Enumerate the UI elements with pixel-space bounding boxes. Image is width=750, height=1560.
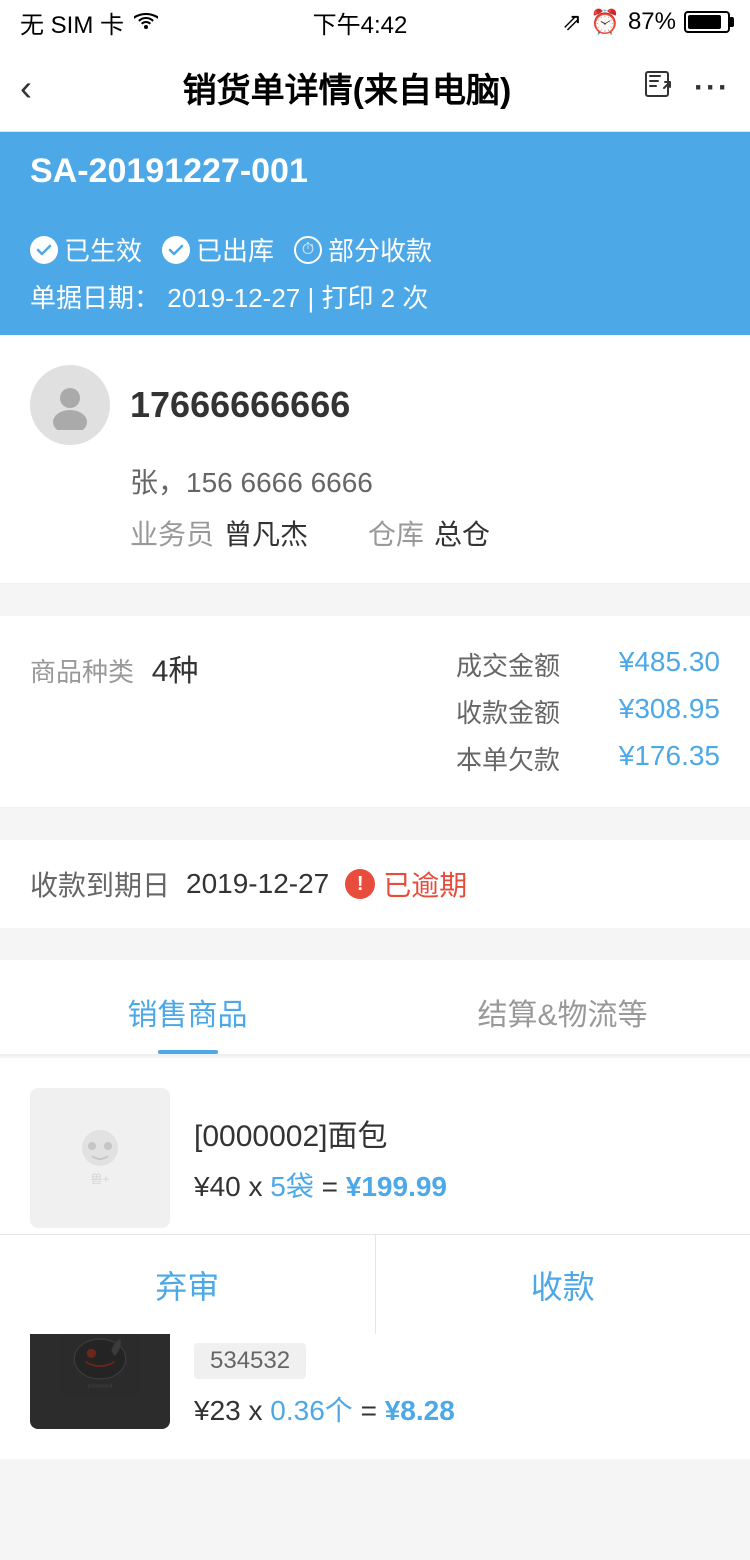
product-image-1: 兽+	[30, 1088, 170, 1228]
tab-settlement-label: 结算&物流等	[477, 999, 647, 1032]
summary-section: 商品种类 4种 成交金额 ¥485.30 收款金额 ¥308.95 本单欠款 ¥…	[0, 616, 750, 808]
svg-text:password: password	[88, 1384, 112, 1390]
status-badges: 已生效 已出库 ⏱ 部分收款	[30, 231, 432, 268]
due-section: 收款到期日 2019-12-27 ! 已逾期	[0, 840, 750, 928]
battery-icon	[684, 11, 730, 33]
tabs-row: 销售商品 结算&物流等	[0, 960, 750, 1054]
deal-amount-value: ¥485.30	[600, 646, 720, 683]
price-unit-1: ¥40	[194, 1171, 241, 1202]
nav-bar: ‹ 销货单详情(来自电脑) ···	[0, 44, 750, 132]
product-price-2: ¥23 x 0.36个 = ¥8.28	[194, 1389, 720, 1429]
total-1: ¥199.99	[346, 1171, 447, 1202]
received-label: 收款金额	[456, 693, 560, 730]
overdue-icon: !	[345, 869, 375, 899]
divider-1	[0, 584, 750, 600]
status-right: ⇗ ⏰ 87%	[562, 8, 730, 37]
clock-icon: ⏱	[294, 236, 322, 264]
abandon-review-button[interactable]: 弃审	[0, 1235, 376, 1334]
tab-sales-products[interactable]: 销售商品	[0, 960, 375, 1054]
location-icon: ⇗	[562, 8, 582, 37]
badge-shipped-label: 已出库	[196, 231, 274, 268]
badge-active-label: 已生效	[64, 231, 142, 268]
print-count: | 打印 2 次	[307, 283, 428, 313]
svg-text:兽+: 兽+	[90, 1172, 109, 1186]
product-type-count: 4种	[152, 655, 199, 688]
product-info-1: [0000002]面包 ¥40 x 5袋 = ¥199.99	[194, 1111, 720, 1205]
badge-partial: ⏱ 部分收款	[294, 231, 432, 268]
status-bar: 无 SIM 卡 下午4:42 ⇗ ⏰ 87%	[0, 0, 750, 44]
divider-3	[0, 928, 750, 944]
price-unit-2: ¥23	[194, 1395, 241, 1426]
qty-2: 0.36个	[270, 1395, 353, 1426]
qty-1: 5袋	[270, 1171, 314, 1202]
product-name-1: [0000002]面包	[194, 1111, 720, 1155]
carrier-label: 无 SIM 卡	[20, 5, 124, 40]
product-item-1[interactable]: 兽+ [0000002]面包 ¥40 x 5袋 = ¥199.99	[0, 1058, 750, 1259]
customer-section: 17666666666 张，156 6666 6666 业务员 曾凡杰 仓库 总…	[0, 335, 750, 584]
overdue-badge: ! 已逾期	[345, 864, 467, 904]
staff-name: 曾凡杰	[224, 513, 308, 553]
received-value: ¥308.95	[600, 693, 720, 730]
staff-label: 业务员	[130, 513, 214, 553]
doc-date-label: 单据日期：	[30, 283, 160, 313]
divider-2	[0, 808, 750, 824]
status-left: 无 SIM 卡	[20, 5, 158, 40]
more-button[interactable]: ···	[694, 71, 730, 105]
product-sku-2: 534532	[194, 1343, 306, 1379]
collect-payment-button[interactable]: 收款	[376, 1235, 750, 1334]
amount-row-3: 本单欠款 ¥176.35	[456, 740, 720, 777]
staff-row: 业务员 曾凡杰 仓库 总仓	[130, 513, 720, 553]
doc-date-value: 2019-12-27	[167, 283, 300, 313]
bottom-bar: 弃审 收款	[0, 1234, 750, 1334]
summary-row: 商品种类 4种 成交金额 ¥485.30 收款金额 ¥308.95 本单欠款 ¥…	[30, 646, 720, 777]
alarm-icon: ⏰	[590, 8, 620, 37]
customer-contact: 张，156 6666 6666	[130, 461, 720, 501]
due-date-value: 2019-12-27	[186, 868, 329, 900]
tab-sales-label: 销售商品	[128, 999, 248, 1032]
due-date-label: 收款到期日	[30, 864, 170, 904]
wifi-icon	[134, 9, 158, 35]
check-icon-2	[162, 236, 190, 264]
badge-shipped: 已出库	[162, 231, 274, 268]
amount-row-2: 收款金额 ¥308.95	[456, 693, 720, 730]
badge-active: 已生效	[30, 231, 142, 268]
back-button[interactable]: ‹	[20, 67, 32, 109]
nav-actions: ···	[642, 68, 730, 108]
page-title: 销货单详情(来自电脑)	[52, 63, 642, 112]
product-type-info: 商品种类 4种	[30, 646, 198, 690]
deal-amount-label: 成交金额	[456, 646, 560, 683]
total-2: ¥8.28	[385, 1395, 455, 1426]
tab-settlement[interactable]: 结算&物流等	[375, 960, 750, 1054]
amount-row-1: 成交金额 ¥485.30	[456, 646, 720, 683]
export-button[interactable]	[642, 68, 674, 108]
overdue-text: 已逾期	[383, 864, 467, 904]
customer-name: 17666666666	[130, 384, 350, 426]
status-time: 下午4:42	[313, 5, 408, 40]
warehouse-name: 总仓	[434, 513, 490, 553]
warehouse-label: 仓库	[368, 513, 424, 553]
owed-label: 本单欠款	[456, 740, 560, 777]
product-type-label: 商品种类	[30, 657, 134, 687]
battery-percent: 87%	[628, 8, 676, 36]
check-icon-1	[30, 236, 58, 264]
doc-date-row: 单据日期： 2019-12-27 | 打印 2 次	[30, 278, 720, 315]
amount-summary: 成交金额 ¥485.30 收款金额 ¥308.95 本单欠款 ¥176.35	[456, 646, 720, 777]
order-id: SA-20191227-001	[30, 152, 308, 191]
collect-payment-label: 收款	[531, 1262, 595, 1308]
abandon-review-label: 弃审	[155, 1262, 219, 1308]
header-banner: SA-20191227-001 已生效 已出库 ⏱ 部分收款 单据日期： 201…	[0, 132, 750, 335]
tabs-section: 销售商品 结算&物流等	[0, 960, 750, 1056]
owed-value: ¥176.35	[600, 740, 720, 777]
product-price-1: ¥40 x 5袋 = ¥199.99	[194, 1165, 720, 1205]
customer-row: 17666666666	[30, 365, 720, 445]
badge-partial-label: 部分收款	[328, 231, 432, 268]
avatar	[30, 365, 110, 445]
